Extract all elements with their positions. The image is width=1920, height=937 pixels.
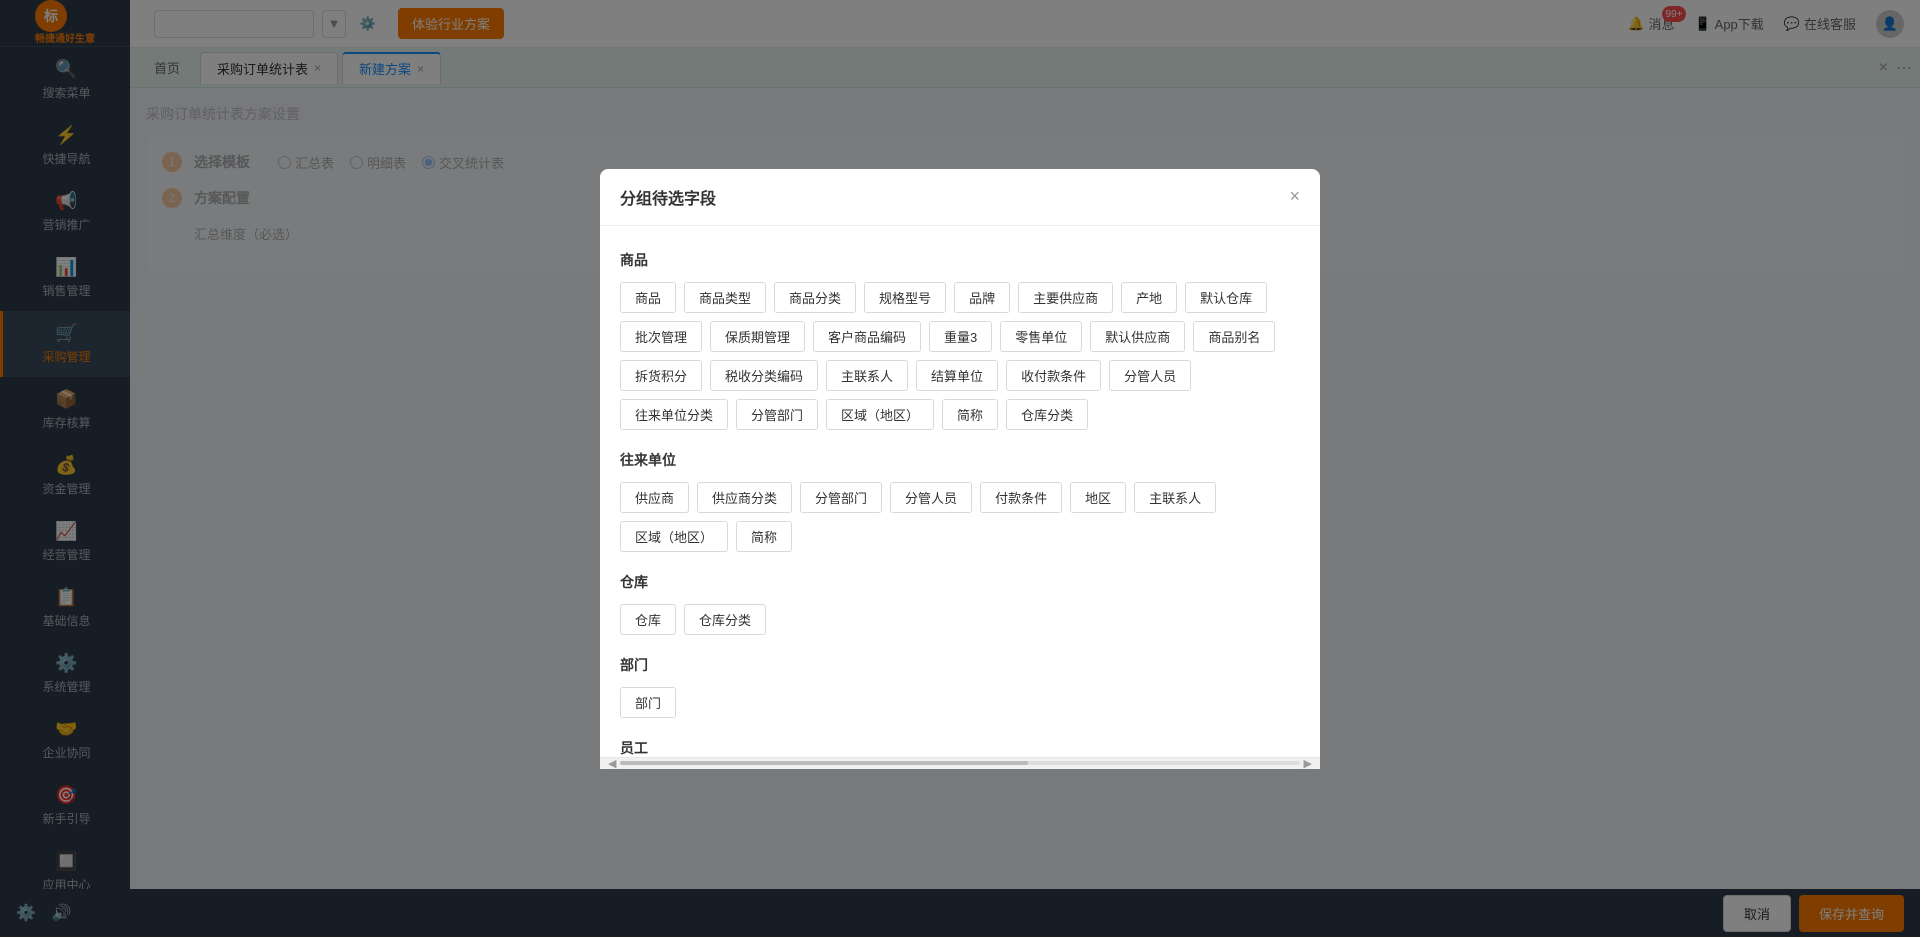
field-tag[interactable]: 区域（地区）: [620, 521, 728, 552]
field-tag[interactable]: 简称: [736, 521, 792, 552]
field-tag[interactable]: 零售单位: [1000, 321, 1082, 352]
field-tag[interactable]: 分管部门: [800, 482, 882, 513]
modal-overlay: 分组待选字段 × 商品 商品 商品类型 商品分类 规格型号 品牌 主要供应商 产…: [0, 0, 1920, 937]
field-tag[interactable]: 拆货积分: [620, 360, 702, 391]
field-tag[interactable]: 结算单位: [916, 360, 998, 391]
hscroll-thumb: [620, 761, 1027, 765]
hscroll-left-arrow[interactable]: ◀: [604, 757, 620, 770]
modal-close-button[interactable]: ×: [1289, 186, 1300, 207]
field-tag[interactable]: 产地: [1121, 282, 1177, 313]
field-tag[interactable]: 商品分类: [774, 282, 856, 313]
modal-body[interactable]: 商品 商品 商品类型 商品分类 规格型号 品牌 主要供应商 产地 默认仓库 批次…: [600, 226, 1320, 757]
field-tag[interactable]: 主要供应商: [1018, 282, 1113, 313]
field-tag[interactable]: 默认供应商: [1090, 321, 1185, 352]
section-dept-title: 部门: [620, 655, 1300, 675]
field-tag[interactable]: 保质期管理: [710, 321, 805, 352]
field-tag[interactable]: 规格型号: [864, 282, 946, 313]
modal: 分组待选字段 × 商品 商品 商品类型 商品分类 规格型号 品牌 主要供应商 产…: [600, 169, 1320, 769]
field-tag[interactable]: 区域（地区）: [826, 399, 934, 430]
field-tag[interactable]: 分管人员: [890, 482, 972, 513]
section-product-title: 商品: [620, 250, 1300, 270]
field-tag[interactable]: 供应商: [620, 482, 689, 513]
field-tag[interactable]: 默认仓库: [1185, 282, 1267, 313]
field-tag[interactable]: 主联系人: [1134, 482, 1216, 513]
field-tag[interactable]: 供应商分类: [697, 482, 792, 513]
section-partner-fields: 供应商 供应商分类 分管部门 分管人员 付款条件 地区 主联系人 区域（地区） …: [620, 482, 1300, 552]
field-tag[interactable]: 收付款条件: [1006, 360, 1101, 391]
hscroll-track: [620, 761, 1299, 765]
field-tag[interactable]: 主联系人: [826, 360, 908, 391]
field-tag[interactable]: 仓库分类: [1006, 399, 1088, 430]
field-tag[interactable]: 部门: [620, 687, 676, 718]
field-tag[interactable]: 商品别名: [1193, 321, 1275, 352]
field-tag[interactable]: 往来单位分类: [620, 399, 728, 430]
section-warehouse-title: 仓库: [620, 572, 1300, 592]
field-tag[interactable]: 付款条件: [980, 482, 1062, 513]
modal-horizontal-scrollbar[interactable]: ◀ ▶: [600, 757, 1320, 769]
field-tag[interactable]: 批次管理: [620, 321, 702, 352]
section-dept-fields: 部门: [620, 687, 1300, 718]
section-employee-title: 员工: [620, 738, 1300, 757]
field-tag[interactable]: 分管人员: [1109, 360, 1191, 391]
section-product-fields: 商品 商品类型 商品分类 规格型号 品牌 主要供应商 产地 默认仓库 批次管理 …: [620, 282, 1300, 430]
hscroll-right-arrow[interactable]: ▶: [1300, 757, 1316, 770]
field-tag[interactable]: 仓库: [620, 604, 676, 635]
field-tag[interactable]: 税收分类编码: [710, 360, 818, 391]
field-tag[interactable]: 商品: [620, 282, 676, 313]
field-tag[interactable]: 品牌: [954, 282, 1010, 313]
field-tag[interactable]: 商品类型: [684, 282, 766, 313]
section-warehouse-fields: 仓库 仓库分类: [620, 604, 1300, 635]
field-tag[interactable]: 简称: [942, 399, 998, 430]
field-tag[interactable]: 重量3: [929, 321, 992, 352]
modal-title: 分组待选字段: [620, 185, 716, 209]
field-tag[interactable]: 仓库分类: [684, 604, 766, 635]
field-tag[interactable]: 地区: [1070, 482, 1126, 513]
field-tag[interactable]: 分管部门: [736, 399, 818, 430]
modal-header: 分组待选字段 ×: [600, 169, 1320, 226]
section-partner-title: 往来单位: [620, 450, 1300, 470]
field-tag[interactable]: 客户商品编码: [813, 321, 921, 352]
